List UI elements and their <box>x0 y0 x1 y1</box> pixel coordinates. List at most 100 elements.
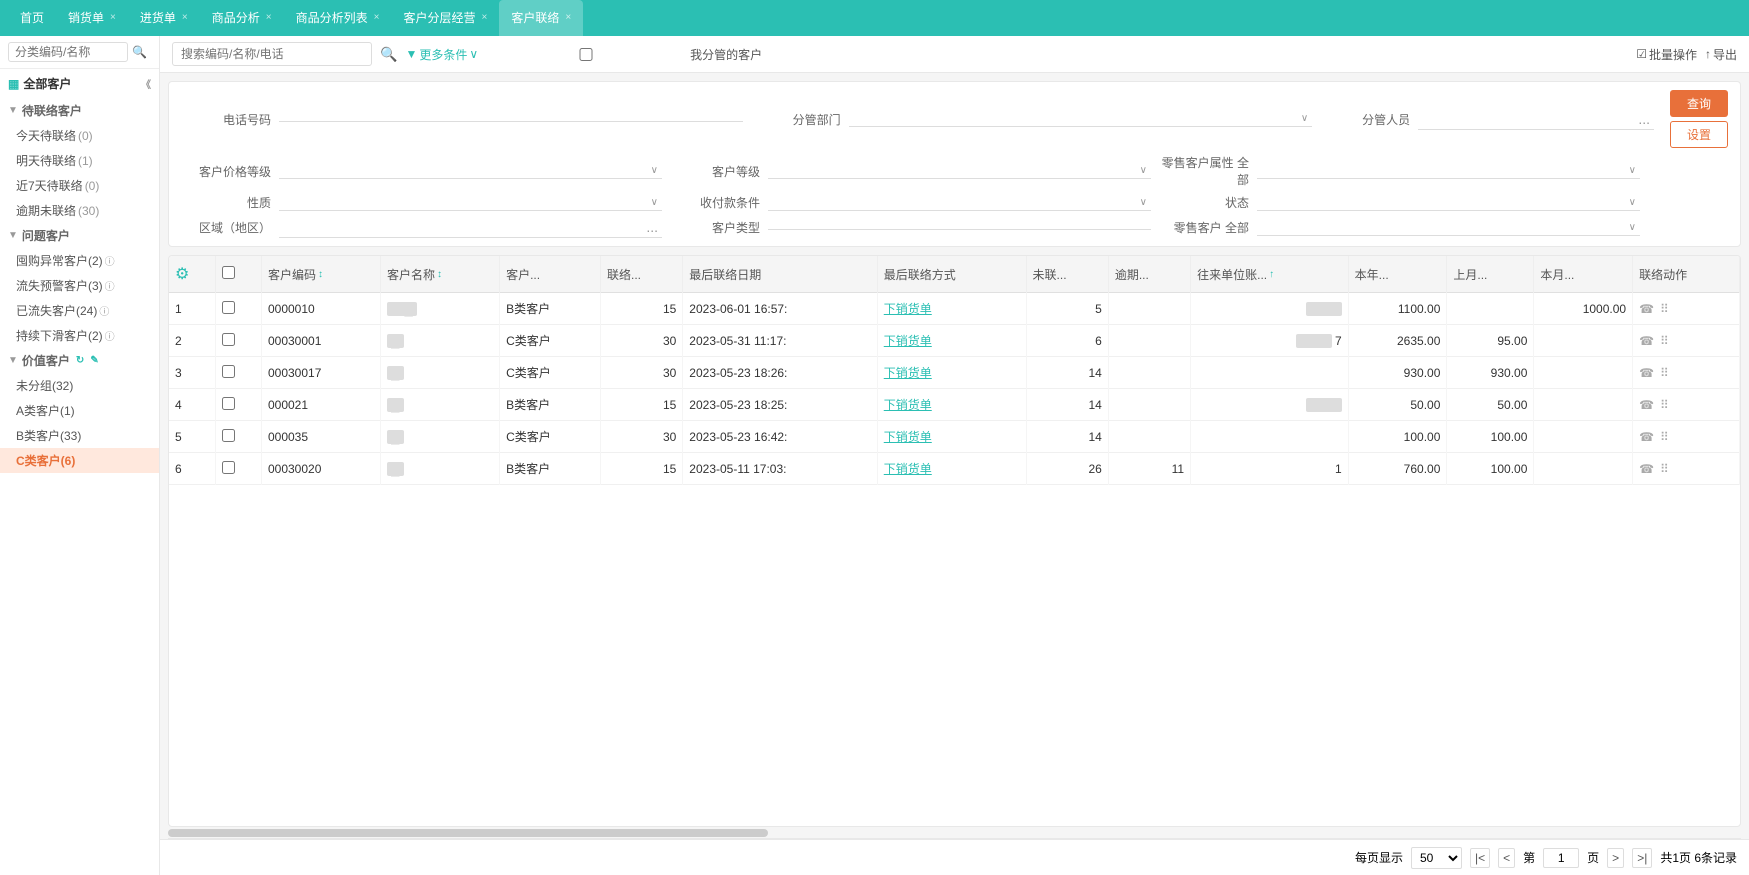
edit-icon-value[interactable]: ✎ <box>90 355 98 366</box>
filter-dept-select[interactable]: ∨ <box>849 111 1313 127</box>
nav-customer-contact-close-icon[interactable]: × <box>565 0 571 36</box>
page-last-button[interactable]: >| <box>1632 848 1652 868</box>
filter-row-3: 性质 ∨ 收付款条件 ∨ 状态 ∨ <box>181 194 1728 211</box>
filter-status-select[interactable]: ∨ <box>1257 195 1640 211</box>
my-customers-check[interactable] <box>486 48 686 61</box>
nav-product-analysis-list[interactable]: 商品分析列表 × <box>284 0 392 36</box>
filter-customer-level-select[interactable]: ∨ <box>768 163 1151 179</box>
nav-customer-segmentation[interactable]: 客户分层经营 × <box>391 0 499 36</box>
page-next-button[interactable]: > <box>1607 848 1624 868</box>
sidebar-item-lost[interactable]: 已流失客户(24) ⓘ <box>0 298 159 323</box>
nav-home[interactable]: 首页 <box>8 0 56 36</box>
my-customers-checkbox[interactable]: 我分管的客户 <box>486 46 762 63</box>
sidebar-all-customers[interactable]: ▦ 全部客户 《 <box>0 69 159 98</box>
sidebar-item-class-b[interactable]: B类客户(33) <box>0 423 159 448</box>
nav-product-analysis-label: 商品分析 <box>212 0 260 36</box>
contact-phone-icon[interactable]: ☎ <box>1639 398 1654 412</box>
info-icon-abnormal: ⓘ <box>105 253 115 268</box>
filter-retail-customer-select[interactable]: ∨ <box>1257 220 1640 236</box>
cell-last-contact-date: 2023-05-23 16:42: <box>683 421 877 453</box>
horizontal-scrollbar[interactable] <box>168 827 1741 839</box>
export-button[interactable]: ↑ 导出 <box>1705 46 1737 63</box>
action-more-icon[interactable]: ⠿ <box>1660 334 1669 348</box>
filter-price-level-select[interactable]: ∨ <box>279 163 662 179</box>
sidebar-collapse-icon[interactable]: 《 <box>141 76 151 91</box>
action-more-icon[interactable]: ⠿ <box>1660 398 1669 412</box>
filter-region-input[interactable]: ... <box>279 217 662 238</box>
nav-purchase[interactable]: 进货单 × <box>128 0 200 36</box>
row-checkbox[interactable] <box>222 429 235 442</box>
select-all-checkbox[interactable] <box>222 266 235 279</box>
nav-customer-contact[interactable]: 客户联络 × <box>499 0 583 36</box>
th-customer-name[interactable]: 客户名称↕ <box>381 256 500 293</box>
per-page-select[interactable]: 50 100 200 <box>1411 847 1462 869</box>
cell-last-contact-method: 下销货单 <box>877 325 1026 357</box>
cell-name: █ <box>381 357 500 389</box>
filter-phone-input[interactable] <box>279 117 743 122</box>
page-first-button[interactable]: |< <box>1470 848 1490 868</box>
filter-label-payment: 收付款条件 <box>670 194 760 211</box>
nav-sales-close-icon[interactable]: × <box>110 0 116 36</box>
contact-phone-icon[interactable]: ☎ <box>1639 462 1654 476</box>
contact-phone-icon[interactable]: ☎ <box>1639 302 1654 316</box>
filter-nature-select[interactable]: ∨ <box>279 195 662 211</box>
cell-overdue <box>1108 357 1190 389</box>
sidebar-item-tomorrow[interactable]: 明天待联络(1) <box>0 148 159 173</box>
contact-phone-icon[interactable]: ☎ <box>1639 334 1654 348</box>
gear-settings-icon[interactable]: ⚙ <box>175 266 189 283</box>
row-checkbox[interactable] <box>222 301 235 314</box>
sidebar-item-abnormal[interactable]: 囤购异常客户(2) ⓘ <box>0 248 159 273</box>
sidebar-item-overdue[interactable]: 逾期未联络(30) <box>0 198 159 223</box>
cell-last-month: 930.00 <box>1447 357 1534 389</box>
more-conditions-button[interactable]: ▼ 更多条件 ∨ <box>405 46 478 63</box>
action-more-icon[interactable]: ⠿ <box>1660 430 1669 444</box>
page-prev-button[interactable]: < <box>1498 848 1515 868</box>
nav-purchase-close-icon[interactable]: × <box>182 0 188 36</box>
page-number-input[interactable] <box>1543 848 1579 868</box>
nav-sales[interactable]: 销货单 × <box>56 0 128 36</box>
sidebar-item-7days[interactable]: 近7天待联络(0) <box>0 173 159 198</box>
filter-retail-attr-select[interactable]: ∨ <box>1257 163 1640 179</box>
sidebar-item-class-c[interactable]: C类客户(6) <box>0 448 159 473</box>
filter-customer-type-input[interactable] <box>768 225 1151 230</box>
sidebar-search-input[interactable] <box>8 42 128 62</box>
th-customer-code[interactable]: 客户编码↕ <box>261 256 380 293</box>
filter-payment-select[interactable]: ∨ <box>768 195 1151 211</box>
action-more-icon[interactable]: ⠿ <box>1660 462 1669 476</box>
action-more-icon[interactable]: ⠿ <box>1660 366 1669 380</box>
query-button[interactable]: 查询 <box>1670 90 1728 117</box>
filter-person-input[interactable]: ... <box>1418 109 1654 130</box>
sidebar-item-today[interactable]: 今天待联络(0) <box>0 123 159 148</box>
batch-ops-button[interactable]: ☑ 批量操作 <box>1636 46 1697 63</box>
th-account[interactable]: 往来单位账...↑ <box>1191 256 1349 293</box>
contact-phone-icon[interactable]: ☎ <box>1639 366 1654 380</box>
cell-current-month <box>1534 453 1633 485</box>
cell-index: 4 <box>169 389 216 421</box>
scroll-thumb[interactable] <box>168 829 768 837</box>
toolbar-right-actions: ☑ 批量操作 ↑ 导出 <box>1636 46 1737 63</box>
nav-product-analysis-close-icon[interactable]: × <box>266 0 272 36</box>
action-more-icon[interactable]: ⠿ <box>1660 302 1669 316</box>
row-checkbox[interactable] <box>222 333 235 346</box>
row-checkbox[interactable] <box>222 365 235 378</box>
search-input[interactable] <box>172 42 372 66</box>
cell-code: 00030001 <box>261 325 380 357</box>
sidebar-item-warning[interactable]: 流失预警客户(3) ⓘ <box>0 273 159 298</box>
row-checkbox[interactable] <box>222 461 235 474</box>
sidebar-search-icon[interactable]: 🔍 <box>132 45 147 59</box>
nav-product-analysis-list-close-icon[interactable]: × <box>374 0 380 36</box>
sidebar-item-declining[interactable]: 持续下滑客户(2) ⓘ <box>0 323 159 348</box>
contact-phone-icon[interactable]: ☎ <box>1639 430 1654 444</box>
sidebar-item-class-a[interactable]: A类客户(1) <box>0 398 159 423</box>
set-button[interactable]: 设置 <box>1670 121 1728 148</box>
refresh-icon-value[interactable]: ↻ <box>76 355 84 366</box>
nav-product-analysis[interactable]: 商品分析 × <box>200 0 284 36</box>
row-checkbox[interactable] <box>222 397 235 410</box>
sidebar-item-unclassified[interactable]: 未分组(32) <box>0 373 159 398</box>
filter-panel: 电话号码 分管部门 ∨ 分管人员 ... 查询 设置 客户价格等级 <box>168 81 1741 247</box>
search-button[interactable]: 🔍 <box>380 46 397 63</box>
filter-label-nature: 性质 <box>181 194 271 211</box>
nav-customer-segmentation-close-icon[interactable]: × <box>481 0 487 36</box>
sidebar-group-problem: ▼ 问题客户 <box>0 223 159 248</box>
table-row: 3 00030017 █ C类客户 30 2023-05-23 18:26: 下… <box>169 357 1740 389</box>
